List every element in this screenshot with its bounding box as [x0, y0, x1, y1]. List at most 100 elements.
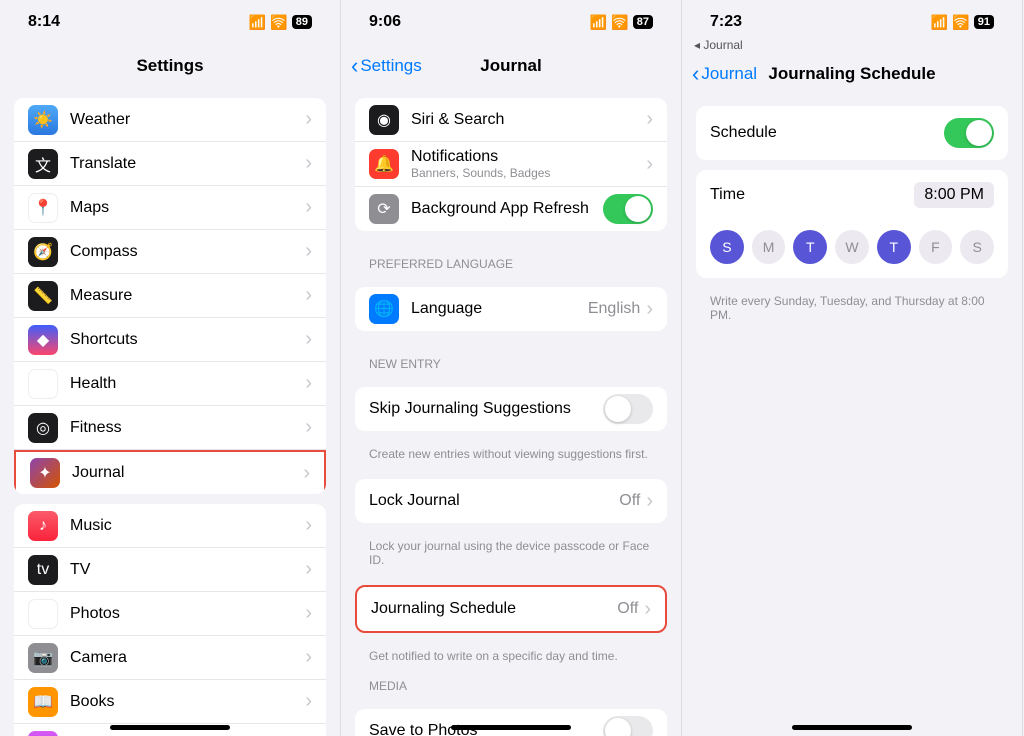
chevron-right-icon: ›	[305, 416, 312, 439]
chevron-right-icon: ›	[646, 490, 653, 513]
wifi-icon: 🛜	[611, 14, 628, 31]
notifications-icon: 🔔	[369, 149, 399, 179]
footer-skip: Create new entries without viewing sugge…	[341, 441, 681, 461]
row-books[interactable]: 📖Books›	[14, 680, 326, 724]
back-button[interactable]: ‹ Journal	[692, 63, 757, 85]
row-label: Lock Journal	[369, 492, 619, 510]
toggle-skip-suggestions[interactable]	[603, 394, 653, 424]
home-indicator[interactable]	[110, 725, 230, 730]
row-label: Time	[710, 186, 745, 204]
row-shortcuts[interactable]: ◆Shortcuts›	[14, 318, 326, 362]
back-button[interactable]: ‹ Settings	[351, 55, 422, 77]
row-skip-suggestions[interactable]: Skip Journaling Suggestions	[355, 387, 667, 431]
chevron-right-icon: ›	[305, 284, 312, 307]
day-6[interactable]: S	[960, 230, 994, 264]
home-indicator[interactable]	[792, 725, 912, 730]
shortcuts-icon: ◆	[28, 325, 58, 355]
status-indicators: 📶 🛜 89	[249, 14, 312, 31]
row-schedule-toggle[interactable]: Schedule	[696, 106, 1008, 160]
journal-icon: ✦	[30, 458, 60, 488]
row-label: Siri & Search	[411, 111, 646, 129]
row-health[interactable]: ♥Health›	[14, 362, 326, 406]
row-background-refresh[interactable]: ⟳ Background App Refresh	[355, 187, 667, 231]
section-media: MEDIA	[341, 663, 681, 699]
battery-level: 89	[292, 15, 312, 29]
row-compass[interactable]: 🧭Compass›	[14, 230, 326, 274]
nav-bar: Settings	[0, 44, 340, 88]
battery-level: 91	[974, 15, 994, 29]
day-0[interactable]: S	[710, 230, 744, 264]
screen-journaling-schedule: 7:23 📶 🛜 91 ◂ Journal ‹ Journal Journali…	[682, 0, 1023, 736]
siri-icon: ◉	[369, 105, 399, 135]
chevron-left-icon: ‹	[351, 55, 358, 77]
row-label: Journal	[72, 464, 303, 482]
back-label: Journal	[701, 64, 757, 84]
row-measure[interactable]: 📏Measure›	[14, 274, 326, 318]
day-1[interactable]: M	[752, 230, 786, 264]
row-maps[interactable]: 📍Maps›	[14, 186, 326, 230]
chevron-right-icon: ›	[305, 602, 312, 625]
row-translate[interactable]: 文Translate›	[14, 142, 326, 186]
row-siri[interactable]: ◉ Siri & Search ›	[355, 98, 667, 142]
time-value[interactable]: 8:00 PM	[914, 182, 994, 208]
toggle-schedule[interactable]	[944, 118, 994, 148]
chevron-right-icon: ›	[305, 196, 312, 219]
row-save-to-photos[interactable]: Save to Photos	[355, 709, 667, 736]
books-icon: 📖	[28, 687, 58, 717]
status-bar: 9:06 📶 🛜 87	[341, 0, 681, 44]
home-indicator[interactable]	[451, 725, 571, 730]
toggle-save-to-photos[interactable]	[603, 716, 653, 736]
health-icon: ♥	[28, 369, 58, 399]
footer-schedule: Get notified to write on a specific day …	[341, 643, 681, 663]
row-notifications[interactable]: 🔔 Notifications Banners, Sounds, Badges …	[355, 142, 667, 187]
battery-level: 87	[633, 15, 653, 29]
row-label: TV	[70, 561, 305, 579]
cellular-icon: 📶	[590, 14, 607, 31]
row-journal[interactable]: ✦ Journal›	[14, 450, 326, 494]
row-language[interactable]: 🌐 Language English ›	[355, 287, 667, 331]
row-label: Books	[70, 693, 305, 711]
row-label: Camera	[70, 649, 305, 667]
day-3[interactable]: W	[835, 230, 869, 264]
row-photos[interactable]: ❋Photos›	[14, 592, 326, 636]
screen-settings: 8:14 📶 🛜 89 Settings ☀️Weather›文Translat…	[0, 0, 341, 736]
row-label: Skip Journaling Suggestions	[369, 400, 603, 418]
day-4[interactable]: T	[877, 230, 911, 264]
row-label: Music	[70, 517, 305, 535]
chevron-right-icon: ›	[644, 598, 651, 621]
row-weather[interactable]: ☀️Weather›	[14, 98, 326, 142]
row-camera[interactable]: 📷Camera›	[14, 636, 326, 680]
weather-icon: ☀️	[28, 105, 58, 135]
breadcrumb[interactable]: ◂ Journal	[682, 38, 1022, 52]
row-tv[interactable]: tvTV›	[14, 548, 326, 592]
cellular-icon: 📶	[249, 14, 266, 31]
row-journaling-schedule[interactable]: Journaling Schedule Off ›	[357, 587, 665, 631]
row-label: Language	[411, 300, 588, 318]
chevron-right-icon: ›	[305, 108, 312, 131]
day-2[interactable]: T	[793, 230, 827, 264]
chevron-right-icon: ›	[305, 372, 312, 395]
row-music[interactable]: ♪Music›	[14, 504, 326, 548]
chevron-right-icon: ›	[305, 646, 312, 669]
day-5[interactable]: F	[919, 230, 953, 264]
chevron-right-icon: ›	[303, 462, 310, 485]
section-preferred-language: PREFERRED LANGUAGE	[341, 241, 681, 277]
screen-journal-settings: 9:06 📶 🛜 87 ‹ Settings Journal ◉ Siri & …	[341, 0, 682, 736]
row-fitness[interactable]: ◎Fitness›	[14, 406, 326, 450]
schedule-content[interactable]: Schedule Time 8:00 PM SMTWTFS Write ever…	[682, 96, 1022, 736]
footer-schedule-summary: Write every Sunday, Tuesday, and Thursda…	[682, 288, 1022, 322]
translate-icon: 文	[28, 149, 58, 179]
status-bar: 8:14 📶 🛜 89	[0, 0, 340, 44]
podcasts-icon: ◉	[28, 731, 58, 736]
page-title: Journaling Schedule	[768, 64, 935, 84]
chevron-right-icon: ›	[305, 152, 312, 175]
wifi-icon: 🛜	[270, 14, 287, 31]
settings-list[interactable]: ☀️Weather›文Translate›📍Maps›🧭Compass›📏Mea…	[0, 88, 340, 736]
chevron-right-icon: ›	[305, 514, 312, 537]
photos-icon: ❋	[28, 599, 58, 629]
row-lock-journal[interactable]: Lock Journal Off ›	[355, 479, 667, 523]
measure-icon: 📏	[28, 281, 58, 311]
row-time[interactable]: Time 8:00 PM	[696, 170, 1008, 220]
toggle-background-refresh[interactable]	[603, 194, 653, 224]
journal-settings-list[interactable]: ◉ Siri & Search › 🔔 Notifications Banner…	[341, 88, 681, 736]
